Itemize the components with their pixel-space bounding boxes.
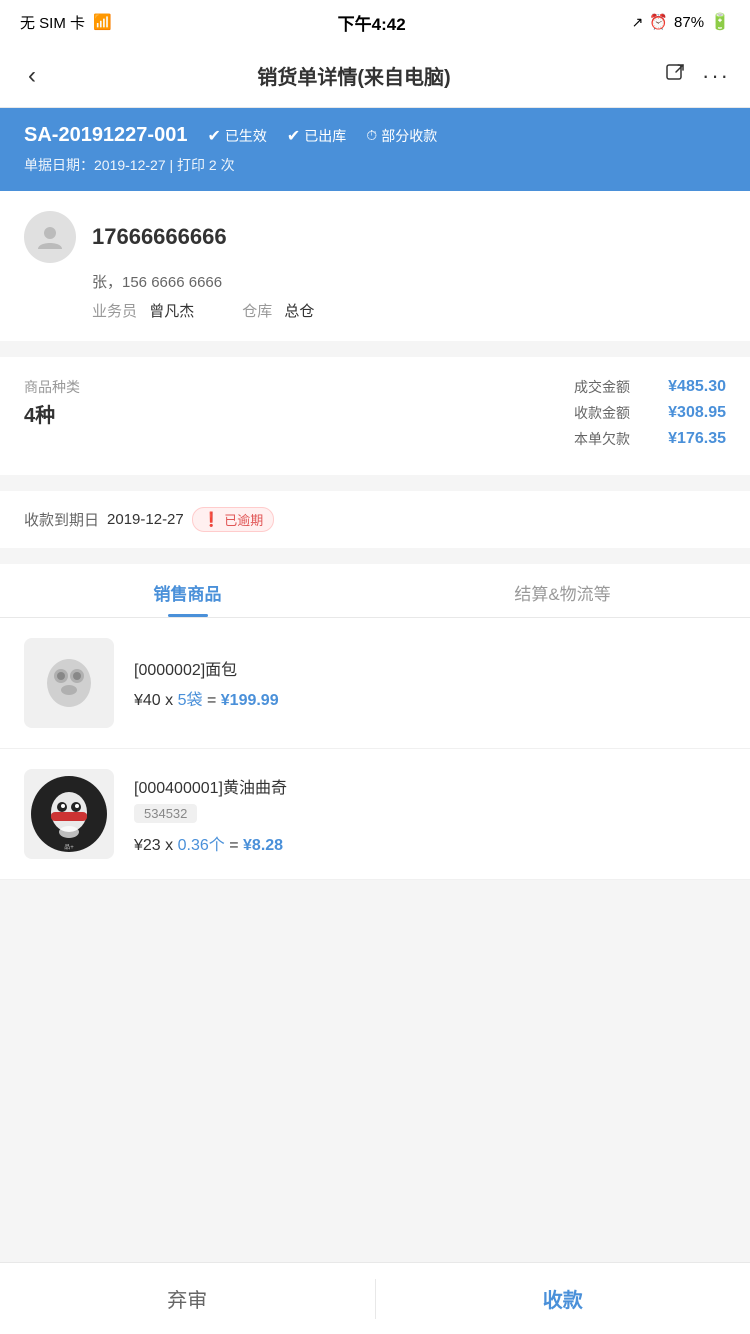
product-price-row-2: ¥23 x 0.36个 = ¥8.28 xyxy=(134,831,726,855)
battery-text: 87% xyxy=(674,14,704,31)
overdue-label: 已逾期 xyxy=(224,510,263,529)
customer-main-row: 17666666666 xyxy=(24,211,726,263)
product-image-1 xyxy=(24,638,114,728)
wifi-icon: 📶 xyxy=(93,13,112,31)
amount-value: ¥485.30 xyxy=(646,378,726,396)
owed-value: ¥176.35 xyxy=(646,430,726,448)
bottom-bar: 弃审 收款 xyxy=(0,1262,750,1334)
svg-text:品+: 品+ xyxy=(64,844,74,851)
separator-1 xyxy=(0,349,750,357)
product-name-1: [0000002]面包 xyxy=(134,656,726,680)
product-name-2: [000400001]黄油曲奇 xyxy=(134,774,726,798)
product-image-2: 品+ xyxy=(24,769,114,859)
status-bar: 无 SIM 卡 📶 下午4:42 ↗ ⏰ 87% 🔋 xyxy=(0,0,750,44)
customer-phone: 17666666666 xyxy=(92,224,227,250)
product-price-1: ¥40 xyxy=(134,692,161,709)
bottom-spacer xyxy=(0,888,750,968)
order-id: SA-20191227-001 xyxy=(24,124,187,147)
product-multiply-2: x xyxy=(165,837,177,854)
more-button[interactable]: ··· xyxy=(702,63,730,89)
product-equals-2: = xyxy=(229,837,243,854)
due-date: 2019-12-27 xyxy=(107,511,184,528)
nav-bar: ‹ 销货单详情(来自电脑) ··· xyxy=(0,44,750,108)
received-label: 收款金额 xyxy=(574,403,630,423)
warehouse-value: 总仓 xyxy=(284,303,314,320)
tabs-row: 销售商品 结算&物流等 xyxy=(0,564,750,617)
badge-effective: ✔ 已生效 xyxy=(207,126,266,146)
amount-row-3: 本单欠款 ¥176.35 xyxy=(574,429,726,449)
customer-name-line: 张，156 6666 6666 xyxy=(24,271,726,292)
warehouse-info: 仓库 总仓 xyxy=(242,300,314,321)
header-banner: SA-20191227-001 ✔ 已生效 ✔ 已出库 ⏱ 部分收款 单据日期：… xyxy=(0,108,750,191)
product-price-row-1: ¥40 x 5袋 = ¥199.99 xyxy=(134,686,726,710)
sales-value: 曾凡杰 xyxy=(149,303,194,320)
location-icon: ↗ xyxy=(632,14,644,31)
nav-actions: ··· xyxy=(664,62,730,90)
product-qty-2: 0.36个 xyxy=(178,837,225,854)
status-right: ↗ ⏰ 87% 🔋 xyxy=(632,12,730,32)
product-total-2: ¥8.28 xyxy=(243,837,283,854)
battery-icon: 🔋 xyxy=(710,12,730,32)
amount-row-1: 成交金额 ¥485.30 xyxy=(574,377,726,397)
list-item: [0000002]面包 ¥40 x 5袋 = ¥199.99 xyxy=(0,618,750,749)
product-total-1: ¥199.99 xyxy=(221,692,279,709)
product-sku-2: 534532 xyxy=(134,804,197,823)
kind-value: 4种 xyxy=(24,399,80,428)
summary-left: 商品种类 4种 xyxy=(24,377,80,428)
owed-label: 本单欠款 xyxy=(574,429,630,449)
overdue-badge: ❗ 已逾期 xyxy=(192,507,274,532)
product-thumb-2: 品+ xyxy=(24,769,114,859)
check-icon-1: ✔ xyxy=(207,126,220,146)
badge-shipped: ✔ 已出库 xyxy=(287,126,346,146)
product-info-2: [000400001]黄油曲奇 534532 ¥23 x 0.36个 = ¥8.… xyxy=(134,774,726,855)
product-info-1: [0000002]面包 ¥40 x 5袋 = ¥199.99 xyxy=(134,656,726,710)
separator-3 xyxy=(0,556,750,564)
products-section: [0000002]面包 ¥40 x 5袋 = ¥199.99 xyxy=(0,618,750,880)
due-label: 收款到期日 xyxy=(24,509,99,530)
separator-2 xyxy=(0,483,750,491)
page-title: 销货单详情(来自电脑) xyxy=(257,61,450,90)
product-equals-1: = xyxy=(207,692,221,709)
customer-section: 17666666666 张，156 6666 6666 业务员 曾凡杰 仓库 总… xyxy=(0,191,750,341)
list-item: 品+ [000400001]黄油曲奇 534532 ¥23 x 0.36个 = … xyxy=(0,749,750,880)
customer-info-row: 业务员 曾凡杰 仓库 总仓 xyxy=(24,300,726,321)
due-section: 收款到期日 2019-12-27 ❗ 已逾期 xyxy=(0,491,750,548)
overdue-icon: ❗ xyxy=(203,511,220,528)
back-button[interactable]: ‹ xyxy=(20,54,44,98)
summary-section: 商品种类 4种 成交金额 ¥485.30 收款金额 ¥308.95 本单欠款 ¥… xyxy=(0,357,750,475)
summary-right: 成交金额 ¥485.30 收款金额 ¥308.95 本单欠款 ¥176.35 xyxy=(574,377,726,455)
clock-icon: ⏱ xyxy=(366,127,377,144)
kind-label: 商品种类 xyxy=(24,377,80,397)
collect-button[interactable]: 收款 xyxy=(376,1268,750,1329)
status-time: 下午4:42 xyxy=(338,10,406,35)
amount-row-2: 收款金额 ¥308.95 xyxy=(574,403,726,423)
avatar xyxy=(24,211,76,263)
product-multiply-1: x xyxy=(165,692,177,709)
carrier-text: 无 SIM 卡 xyxy=(20,12,85,33)
alarm-icon: ⏰ xyxy=(649,13,668,31)
tab-settlement[interactable]: 结算&物流等 xyxy=(375,564,750,617)
cancel-review-button[interactable]: 弃审 xyxy=(0,1268,375,1329)
tab-sales-products[interactable]: 销售商品 xyxy=(0,564,375,617)
share-button[interactable] xyxy=(664,62,686,90)
amount-label: 成交金额 xyxy=(574,377,630,397)
warehouse-label: 仓库 xyxy=(242,303,272,320)
check-icon-2: ✔ xyxy=(287,126,300,146)
badge-partial: ⏱ 部分收款 xyxy=(366,126,437,146)
tabs-section: 销售商品 结算&物流等 xyxy=(0,564,750,618)
salesperson-info: 业务员 曾凡杰 xyxy=(92,300,194,321)
banner-row1: SA-20191227-001 ✔ 已生效 ✔ 已出库 ⏱ 部分收款 xyxy=(24,124,726,147)
status-left: 无 SIM 卡 📶 xyxy=(20,12,112,33)
received-value: ¥308.95 xyxy=(646,404,726,422)
sales-label: 业务员 xyxy=(92,303,137,320)
product-qty-1: 5袋 xyxy=(178,692,203,709)
product-thumb-1 xyxy=(24,638,114,728)
banner-doc-date: 单据日期：2019-12-27 | 打印 2 次 xyxy=(24,155,726,175)
product-price-2: ¥23 xyxy=(134,837,161,854)
